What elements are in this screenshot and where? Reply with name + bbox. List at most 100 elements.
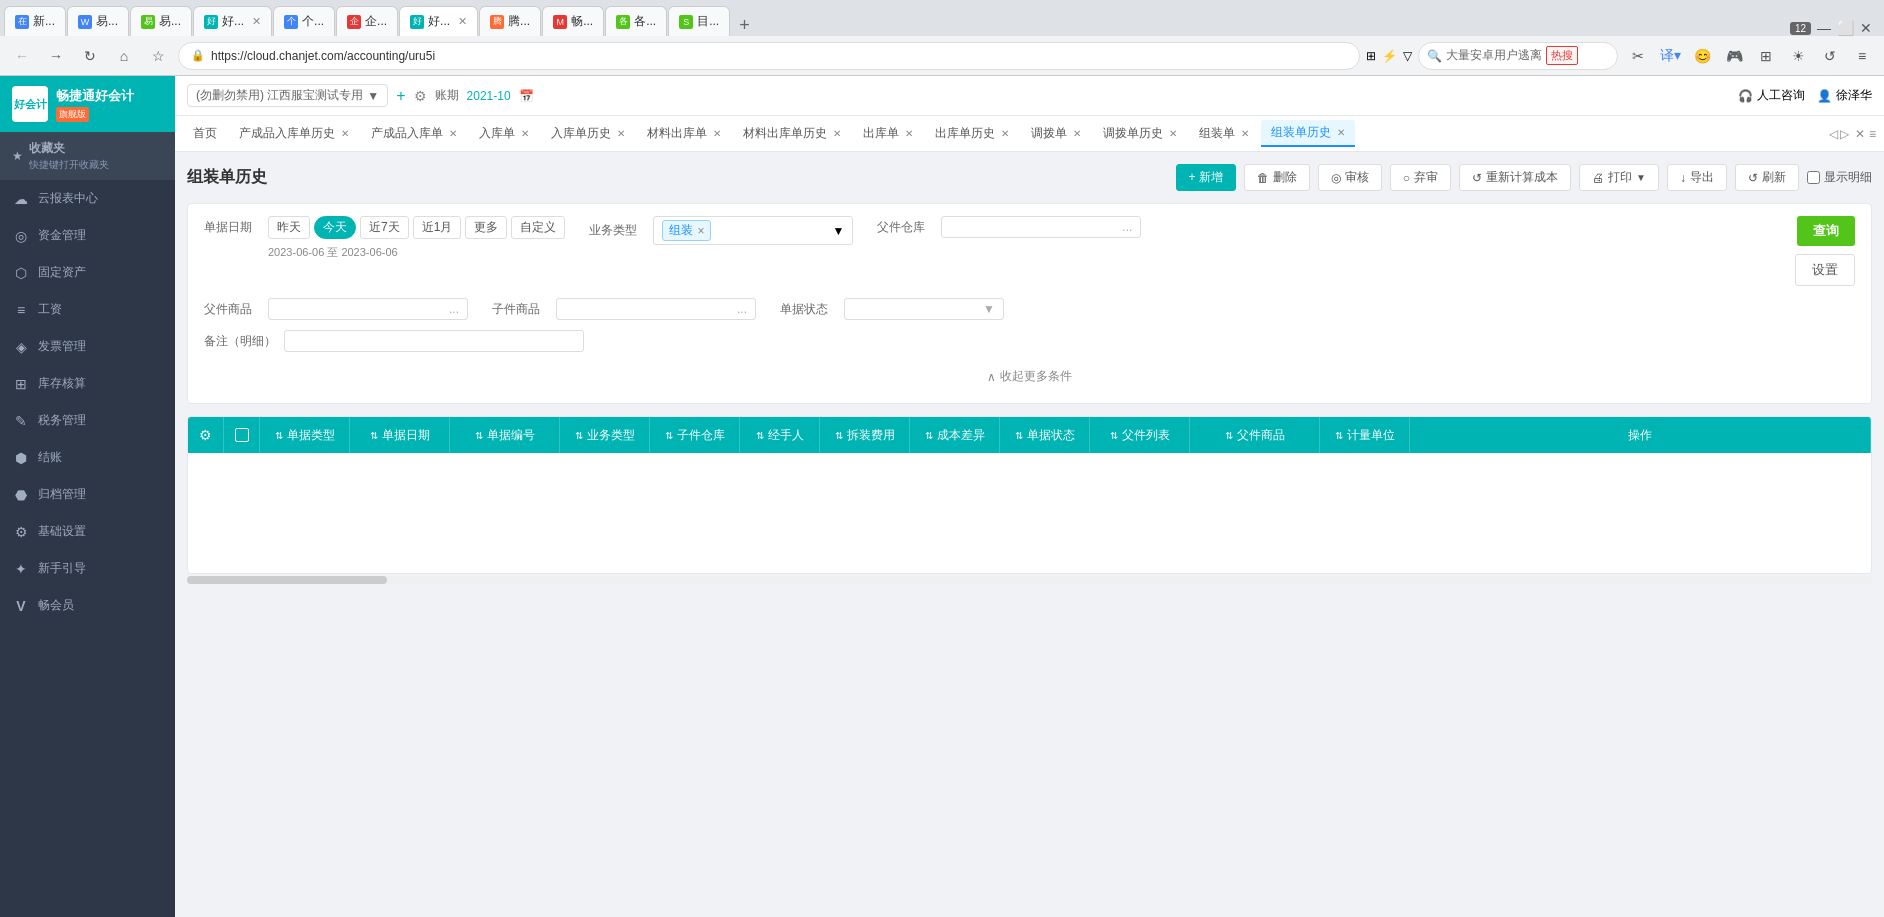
- browser-tab-5[interactable]: 个 个...: [273, 6, 335, 36]
- prod-in-close[interactable]: ✕: [449, 128, 457, 139]
- browser-tab-9[interactable]: M 畅...: [542, 6, 604, 36]
- show-detail-checkbox[interactable]: [1807, 171, 1820, 184]
- delete-button[interactable]: 🗑 删除: [1244, 164, 1310, 191]
- col-check[interactable]: [224, 417, 260, 453]
- nav-tab-mat-out[interactable]: 材料出库单 ✕: [637, 121, 731, 146]
- forward-button[interactable]: →: [42, 42, 70, 70]
- translate-icon[interactable]: 译▾: [1656, 42, 1684, 70]
- nav-tab-adjust-history[interactable]: 调拨单历史 ✕: [1093, 121, 1187, 146]
- in-history-close[interactable]: ✕: [617, 128, 625, 139]
- set-button[interactable]: 设置: [1795, 254, 1855, 286]
- add-button[interactable]: + 新增: [1176, 164, 1236, 191]
- print-dropdown[interactable]: ▼: [1636, 172, 1646, 183]
- new-tab-button[interactable]: +: [731, 15, 758, 36]
- out-history-close[interactable]: ✕: [1001, 128, 1009, 139]
- add-company-button[interactable]: +: [396, 87, 405, 105]
- custom-btn[interactable]: 自定义: [511, 216, 565, 239]
- prod-in-history-close[interactable]: ✕: [341, 128, 349, 139]
- nav-tab-in-history[interactable]: 入库单历史 ✕: [541, 121, 635, 146]
- col-biz[interactable]: ⇅ 业务类型: [560, 417, 650, 453]
- browser-tab-2[interactable]: W 易...: [67, 6, 129, 36]
- tab-scroll-right[interactable]: ▷: [1840, 127, 1849, 141]
- browser-tab-3[interactable]: 易 易...: [130, 6, 192, 36]
- select-all-checkbox[interactable]: [235, 428, 249, 442]
- biz-type-dropdown[interactable]: ▼: [832, 224, 844, 238]
- browser-tab-8[interactable]: 腾 腾...: [479, 6, 541, 36]
- help-button[interactable]: 🎧 人工咨询: [1738, 87, 1805, 104]
- biz-type-input[interactable]: 组装 × ▼: [653, 216, 853, 245]
- assembly-close[interactable]: ✕: [1241, 128, 1249, 139]
- nav-tab-out-order[interactable]: 出库单 ✕: [853, 121, 923, 146]
- grid-icon[interactable]: ⊞: [1752, 42, 1780, 70]
- show-detail-checkbox-group[interactable]: 显示明细: [1807, 169, 1872, 186]
- col-parent-goods[interactable]: ⇅ 父件商品: [1190, 417, 1320, 453]
- theme-icon[interactable]: ☀: [1784, 42, 1812, 70]
- period-selector[interactable]: 账期 2021-10 📅: [435, 87, 534, 104]
- nav-tab-mat-out-history[interactable]: 材料出库单历史 ✕: [733, 121, 851, 146]
- parent-warehouse-input[interactable]: ...: [941, 216, 1141, 238]
- biz-type-remove[interactable]: ×: [697, 224, 704, 238]
- browser-search-bar[interactable]: 🔍 大量安卓用户逃离 热搜: [1418, 42, 1618, 70]
- adjust-close[interactable]: ✕: [1073, 128, 1081, 139]
- favorites-section[interactable]: ★ 收藏夹 快捷键打开收藏夹: [0, 132, 175, 180]
- child-goods-more[interactable]: ...: [737, 302, 747, 316]
- back-button[interactable]: ←: [8, 42, 36, 70]
- nav-tab-home[interactable]: 首页: [183, 121, 227, 146]
- nav-tab-out-history[interactable]: 出库单历史 ✕: [925, 121, 1019, 146]
- browser-lightning-button[interactable]: ⚡: [1382, 49, 1397, 63]
- browser-tab-1[interactable]: 在 新...: [4, 6, 66, 36]
- export-button[interactable]: ↓ 导出: [1667, 164, 1727, 191]
- nav-tab-prod-in[interactable]: 产成品入库单 ✕: [361, 121, 467, 146]
- user-button[interactable]: 👤 徐泽华: [1817, 87, 1872, 104]
- mat-out-close[interactable]: ✕: [713, 128, 721, 139]
- browser-tab-10[interactable]: 各 各...: [605, 6, 667, 36]
- sidebar-item-settings[interactable]: ⚙ 基础设置: [0, 513, 175, 550]
- sidebar-item-invoice[interactable]: ◈ 发票管理: [0, 328, 175, 365]
- query-button[interactable]: 查询: [1797, 216, 1855, 246]
- tab-settings-icon[interactable]: ≡: [1869, 127, 1876, 141]
- emoji-icon[interactable]: 😊: [1688, 42, 1716, 70]
- browser-tab-7[interactable]: 好 好... ✕: [399, 6, 478, 36]
- sidebar-item-tax[interactable]: ✎ 税务管理: [0, 402, 175, 439]
- sidebar-item-guide[interactable]: ✦ 新手引导: [0, 550, 175, 587]
- history-icon[interactable]: ↺: [1816, 42, 1844, 70]
- browser-qr-button[interactable]: ⊞: [1366, 49, 1376, 63]
- yesterday-btn[interactable]: 昨天: [268, 216, 310, 239]
- col-diff[interactable]: ⇅ 成本差异: [910, 417, 1000, 453]
- remark-input[interactable]: [284, 330, 584, 352]
- tab-close-4[interactable]: ✕: [252, 15, 261, 28]
- address-bar[interactable]: 🔒 https://cloud.chanjet.com/accounting/u…: [178, 42, 1360, 70]
- table-settings-icon[interactable]: ⚙: [199, 427, 212, 443]
- col-parent-list[interactable]: ⇅ 父件列表: [1090, 417, 1190, 453]
- col-num[interactable]: ⇅ 单据编号: [450, 417, 560, 453]
- nav-tab-assembly[interactable]: 组装单 ✕: [1189, 121, 1259, 146]
- minimize-button[interactable]: —: [1817, 20, 1831, 36]
- sidebar-item-fund[interactable]: ◎ 资金管理: [0, 217, 175, 254]
- order-status-dropdown[interactable]: ▼: [983, 302, 995, 316]
- adjust-history-close[interactable]: ✕: [1169, 128, 1177, 139]
- sidebar-item-inventory[interactable]: ⊞ 库存核算: [0, 365, 175, 402]
- parent-warehouse-more[interactable]: ...: [1122, 220, 1132, 234]
- col-dismantle[interactable]: ⇅ 拆装费用: [820, 417, 910, 453]
- nav-tab-adjust[interactable]: 调拨单 ✕: [1021, 121, 1091, 146]
- refresh-button[interactable]: ↺ 刷新: [1735, 164, 1799, 191]
- tab-close-all[interactable]: ✕: [1855, 127, 1865, 141]
- nav-tab-in-order[interactable]: 入库单 ✕: [469, 121, 539, 146]
- audit-button[interactable]: ◎ 审核: [1318, 164, 1382, 191]
- browser-expand-button[interactable]: ▽: [1403, 49, 1412, 63]
- parent-goods-more[interactable]: ...: [449, 302, 459, 316]
- print-button[interactable]: 🖨 打印 ▼: [1579, 164, 1659, 191]
- mat-out-history-close[interactable]: ✕: [833, 128, 841, 139]
- sidebar-item-member[interactable]: V 畅会员: [0, 587, 175, 624]
- menu-icon[interactable]: ≡: [1848, 42, 1876, 70]
- bookmark-button[interactable]: ☆: [144, 42, 172, 70]
- assembly-history-close[interactable]: ✕: [1337, 127, 1345, 138]
- col-status[interactable]: ⇅ 单据状态: [1000, 417, 1090, 453]
- col-unit[interactable]: ⇅ 计量单位: [1320, 417, 1410, 453]
- nav-tab-prod-in-history[interactable]: 产成品入库单历史 ✕: [229, 121, 359, 146]
- browser-tab-11[interactable]: S 目...: [668, 6, 730, 36]
- col-date[interactable]: ⇅ 单据日期: [350, 417, 450, 453]
- sidebar-item-checkout[interactable]: ⬢ 结账: [0, 439, 175, 476]
- last-month-btn[interactable]: 近1月: [413, 216, 462, 239]
- tab-close-7[interactable]: ✕: [458, 15, 467, 28]
